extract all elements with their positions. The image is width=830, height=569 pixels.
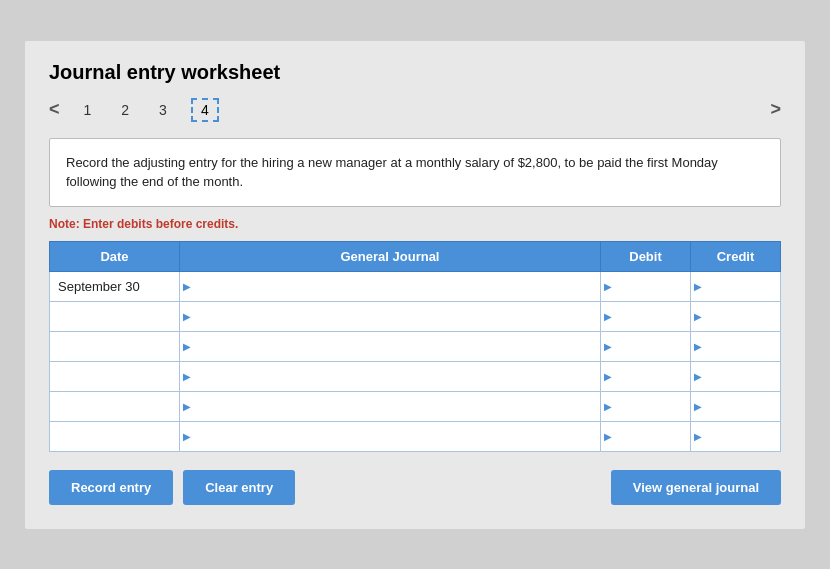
credit-cell-1[interactable] (691, 271, 781, 301)
buttons-row: Record entry Clear entry View general jo… (49, 470, 781, 505)
journal-input-5[interactable] (180, 392, 600, 421)
credit-input-6[interactable] (691, 422, 780, 451)
view-general-journal-button[interactable]: View general journal (611, 470, 781, 505)
credit-cell-6[interactable] (691, 421, 781, 451)
note-text: Note: Enter debits before credits. (49, 217, 781, 231)
journal-cell-6[interactable] (180, 421, 601, 451)
debit-cell-3[interactable] (601, 331, 691, 361)
nav-item-3[interactable]: 3 (153, 100, 173, 120)
debit-input-2[interactable] (601, 302, 690, 331)
debit-cell-1[interactable] (601, 271, 691, 301)
next-arrow[interactable]: > (770, 99, 781, 120)
credit-cell-5[interactable] (691, 391, 781, 421)
journal-input-4[interactable] (180, 362, 600, 391)
table-row (50, 361, 781, 391)
date-cell-1: September 30 (50, 271, 180, 301)
journal-input-1[interactable] (180, 272, 600, 301)
journal-cell-3[interactable] (180, 331, 601, 361)
debit-cell-5[interactable] (601, 391, 691, 421)
col-header-journal: General Journal (180, 241, 601, 271)
nav-item-4[interactable]: 4 (191, 98, 219, 122)
credit-cell-4[interactable] (691, 361, 781, 391)
credit-cell-2[interactable] (691, 301, 781, 331)
page-title: Journal entry worksheet (49, 61, 781, 84)
record-entry-button[interactable]: Record entry (49, 470, 173, 505)
debit-cell-4[interactable] (601, 361, 691, 391)
debit-cell-6[interactable] (601, 421, 691, 451)
debit-cell-2[interactable] (601, 301, 691, 331)
credit-input-5[interactable] (691, 392, 780, 421)
table-row (50, 301, 781, 331)
journal-cell-2[interactable] (180, 301, 601, 331)
table-row (50, 421, 781, 451)
date-cell-2 (50, 301, 180, 331)
nav-item-2[interactable]: 2 (115, 100, 135, 120)
main-container: Journal entry worksheet < 1 2 3 4 > Reco… (25, 41, 805, 529)
table-row (50, 331, 781, 361)
credit-input-1[interactable] (691, 272, 780, 301)
nav-row: < 1 2 3 4 > (49, 98, 781, 122)
clear-entry-button[interactable]: Clear entry (183, 470, 295, 505)
table-row (50, 391, 781, 421)
journal-cell-4[interactable] (180, 361, 601, 391)
date-cell-3 (50, 331, 180, 361)
table-row: September 30 (50, 271, 781, 301)
credit-input-2[interactable] (691, 302, 780, 331)
col-header-debit: Debit (601, 241, 691, 271)
col-header-date: Date (50, 241, 180, 271)
prev-arrow[interactable]: < (49, 99, 60, 120)
journal-table: Date General Journal Debit Credit Septem… (49, 241, 781, 452)
credit-input-3[interactable] (691, 332, 780, 361)
credit-cell-3[interactable] (691, 331, 781, 361)
nav-item-1[interactable]: 1 (78, 100, 98, 120)
col-header-credit: Credit (691, 241, 781, 271)
debit-input-5[interactable] (601, 392, 690, 421)
date-cell-5 (50, 391, 180, 421)
debit-input-3[interactable] (601, 332, 690, 361)
credit-input-4[interactable] (691, 362, 780, 391)
instruction-text: Record the adjusting entry for the hirin… (66, 155, 718, 190)
date-cell-4 (50, 361, 180, 391)
debit-input-4[interactable] (601, 362, 690, 391)
date-cell-6 (50, 421, 180, 451)
instruction-box: Record the adjusting entry for the hirin… (49, 138, 781, 207)
journal-input-6[interactable] (180, 422, 600, 451)
debit-input-1[interactable] (601, 272, 690, 301)
journal-input-2[interactable] (180, 302, 600, 331)
journal-input-3[interactable] (180, 332, 600, 361)
journal-cell-1[interactable] (180, 271, 601, 301)
debit-input-6[interactable] (601, 422, 690, 451)
journal-cell-5[interactable] (180, 391, 601, 421)
